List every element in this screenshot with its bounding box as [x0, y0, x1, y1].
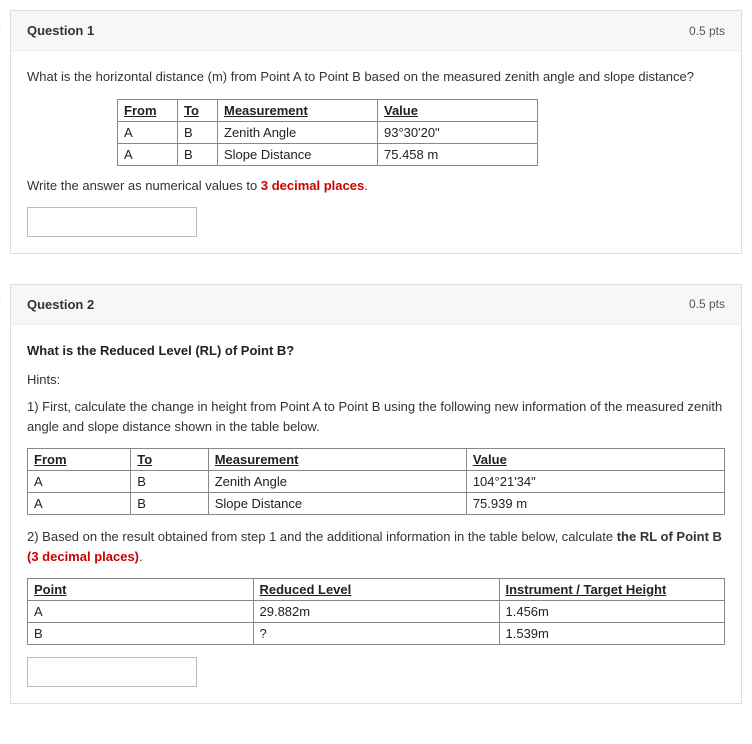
cell-to: B — [131, 493, 208, 515]
hint-2-bold: the RL of Point B — [617, 529, 722, 544]
cell-instrument-height: 1.539m — [499, 623, 725, 645]
question-2-points: 0.5 pts — [689, 297, 725, 311]
cell-instrument-height: 1.456m — [499, 601, 725, 623]
question-1-points: 0.5 pts — [689, 24, 725, 38]
table-row: A B Zenith Angle 104°21'34" — [28, 471, 725, 493]
cell-point: B — [28, 623, 254, 645]
question-2-answer-input[interactable] — [27, 657, 197, 687]
cell-measurement: Slope Distance — [208, 493, 466, 515]
question-2-table-1: From To Measurement Value A B Zenith Ang… — [27, 448, 725, 515]
table-row: B ? 1.539m — [28, 623, 725, 645]
question-1-instruction: Write the answer as numerical values to … — [27, 178, 725, 193]
instruction-prefix: Write the answer as numerical values to — [27, 178, 261, 193]
question-1-title: Question 1 — [27, 23, 94, 38]
cell-value: 75.458 m — [378, 143, 538, 165]
cell-measurement: Zenith Angle — [208, 471, 466, 493]
table-header-row: From To Measurement Value — [118, 99, 538, 121]
cell-reduced-level: ? — [253, 623, 499, 645]
cell-from: A — [28, 471, 131, 493]
col-value-header: Value — [378, 99, 538, 121]
question-1-prompt: What is the horizontal distance (m) from… — [27, 67, 725, 87]
question-1-card: Question 1 0.5 pts What is the horizonta… — [10, 10, 742, 254]
cell-to: B — [178, 143, 218, 165]
hints-label: Hints: — [27, 372, 725, 387]
table-row: A 29.882m 1.456m — [28, 601, 725, 623]
cell-to: B — [178, 121, 218, 143]
question-2-title: Question 2 — [27, 297, 94, 312]
question-2-header: Question 2 0.5 pts — [11, 285, 741, 325]
instruction-red-text: 3 decimal places — [261, 178, 364, 193]
cell-value: 104°21'34" — [466, 471, 724, 493]
col-value-header: Value — [466, 449, 724, 471]
cell-from: A — [118, 121, 178, 143]
instruction-suffix: . — [364, 178, 368, 193]
question-2-card: Question 2 0.5 pts What is the Reduced L… — [10, 284, 742, 705]
hint-2-prefix: 2) Based on the result obtained from ste… — [27, 529, 617, 544]
hint-2-suffix: . — [139, 549, 143, 564]
question-2-body: What is the Reduced Level (RL) of Point … — [11, 325, 741, 704]
col-measurement-header: Measurement — [218, 99, 378, 121]
cell-measurement: Zenith Angle — [218, 121, 378, 143]
hint-1-text: 1) First, calculate the change in height… — [27, 397, 725, 436]
hint-2-red: (3 decimal places) — [27, 549, 139, 564]
col-instrument-height-header: Instrument / Target Height — [499, 579, 725, 601]
table-row: A B Zenith Angle 93°30'20" — [118, 121, 538, 143]
col-from-header: From — [28, 449, 131, 471]
cell-value: 93°30'20" — [378, 121, 538, 143]
question-1-bookmark-icon — [0, 21, 3, 35]
hint-2-text: 2) Based on the result obtained from ste… — [27, 527, 725, 566]
question-2-bookmark-icon — [0, 295, 3, 309]
col-reduced-level-header: Reduced Level — [253, 579, 499, 601]
table-row: A B Slope Distance 75.458 m — [118, 143, 538, 165]
col-point-header: Point — [28, 579, 254, 601]
table-header-row: From To Measurement Value — [28, 449, 725, 471]
cell-reduced-level: 29.882m — [253, 601, 499, 623]
table-header-row: Point Reduced Level Instrument / Target … — [28, 579, 725, 601]
cell-value: 75.939 m — [466, 493, 724, 515]
question-1-table: From To Measurement Value A B Zenith Ang… — [117, 99, 538, 166]
question-2-table-2: Point Reduced Level Instrument / Target … — [27, 578, 725, 645]
question-1-body: What is the horizontal distance (m) from… — [11, 51, 741, 253]
cell-from: A — [28, 493, 131, 515]
question-1-answer-input[interactable] — [27, 207, 197, 237]
cell-point: A — [28, 601, 254, 623]
cell-measurement: Slope Distance — [218, 143, 378, 165]
question-1-header: Question 1 0.5 pts — [11, 11, 741, 51]
cell-from: A — [118, 143, 178, 165]
question-2-prompt: What is the Reduced Level (RL) of Point … — [27, 341, 725, 361]
col-to-header: To — [131, 449, 208, 471]
col-to-header: To — [178, 99, 218, 121]
cell-to: B — [131, 471, 208, 493]
col-measurement-header: Measurement — [208, 449, 466, 471]
table-row: A B Slope Distance 75.939 m — [28, 493, 725, 515]
col-from-header: From — [118, 99, 178, 121]
